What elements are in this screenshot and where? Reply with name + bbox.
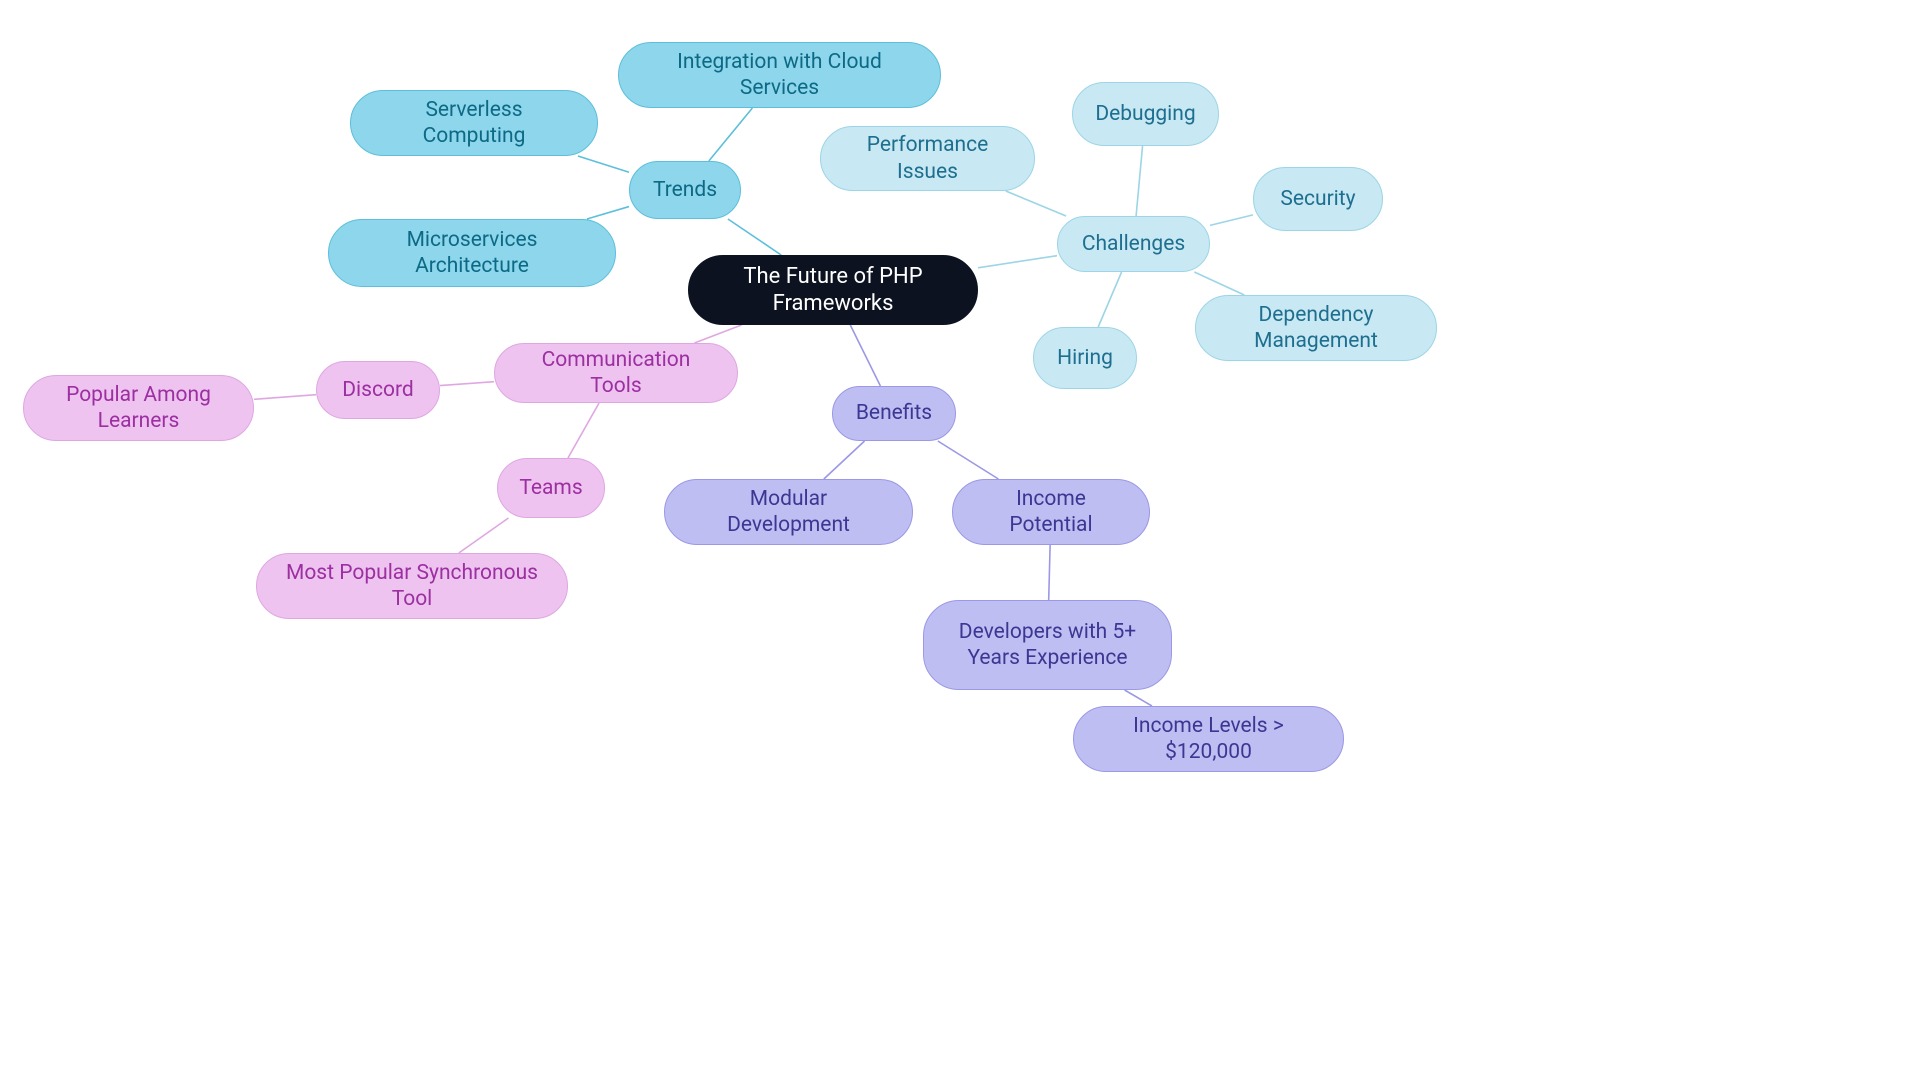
node-label: Benefits [856, 400, 932, 426]
mindmap-canvas: The Future of PHP Frameworks Trends Serv… [0, 0, 1920, 1083]
edge [709, 108, 753, 161]
node-label: Debugging [1095, 101, 1195, 127]
edge [1049, 545, 1050, 600]
node-income-level[interactable]: Income Levels > $120,000 [1073, 706, 1344, 772]
edge [938, 441, 999, 479]
node-label: Modular Development [689, 486, 888, 539]
node-label: Most Popular Synchronous Tool [281, 560, 543, 613]
edge [1136, 146, 1142, 216]
edge [587, 207, 629, 219]
node-label: Communication Tools [519, 347, 713, 400]
node-microservices[interactable]: Microservices Architecture [328, 219, 616, 287]
node-discord[interactable]: Discord [316, 361, 440, 419]
edge [1006, 191, 1066, 216]
node-label: Challenges [1082, 231, 1185, 257]
node-teams[interactable]: Teams [497, 458, 605, 518]
node-label: Hiring [1057, 345, 1113, 371]
node-label: Serverless Computing [375, 97, 573, 150]
node-label: Security [1280, 186, 1355, 212]
edge [568, 403, 599, 458]
edge [978, 256, 1057, 268]
edge [1194, 272, 1244, 295]
node-hiring[interactable]: Hiring [1033, 327, 1137, 389]
node-dependency[interactable]: Dependency Management [1195, 295, 1437, 361]
edge [578, 156, 629, 172]
node-label: Trends [653, 177, 717, 203]
node-sync-tool[interactable]: Most Popular Synchronous Tool [256, 553, 568, 619]
node-label: Popular Among Learners [48, 382, 229, 435]
node-serverless[interactable]: Serverless Computing [350, 90, 598, 156]
node-label: Income Levels > $120,000 [1098, 713, 1319, 766]
node-performance[interactable]: Performance Issues [820, 126, 1035, 191]
node-communication-tools[interactable]: Communication Tools [494, 343, 738, 403]
node-label: Microservices Architecture [353, 227, 591, 280]
node-learners[interactable]: Popular Among Learners [23, 375, 254, 441]
node-label: Integration with Cloud Services [643, 49, 916, 102]
node-label: The Future of PHP Frameworks [713, 263, 953, 318]
node-label: Performance Issues [845, 132, 1010, 185]
edge [1098, 272, 1121, 327]
node-label: Teams [519, 475, 582, 501]
edge [728, 219, 781, 255]
edge [459, 518, 509, 553]
edge [254, 395, 316, 400]
node-challenges[interactable]: Challenges [1057, 216, 1210, 272]
node-root[interactable]: The Future of PHP Frameworks [688, 255, 978, 325]
node-cloud[interactable]: Integration with Cloud Services [618, 42, 941, 108]
node-benefits[interactable]: Benefits [832, 386, 956, 441]
node-modular[interactable]: Modular Development [664, 479, 913, 545]
edge [1210, 215, 1253, 225]
node-label: Developers with 5+ Years Experience [948, 619, 1147, 672]
node-income[interactable]: Income Potential [952, 479, 1150, 545]
edge [824, 441, 865, 479]
node-label: Dependency Management [1220, 302, 1412, 355]
edge [1125, 690, 1152, 706]
node-debugging[interactable]: Debugging [1072, 82, 1219, 146]
node-label: Income Potential [977, 486, 1125, 539]
node-security[interactable]: Security [1253, 167, 1383, 231]
node-trends[interactable]: Trends [629, 161, 741, 219]
edge [440, 382, 494, 386]
node-experience[interactable]: Developers with 5+ Years Experience [923, 600, 1172, 690]
node-label: Discord [342, 377, 413, 403]
edge [850, 325, 880, 386]
edge [694, 325, 741, 343]
